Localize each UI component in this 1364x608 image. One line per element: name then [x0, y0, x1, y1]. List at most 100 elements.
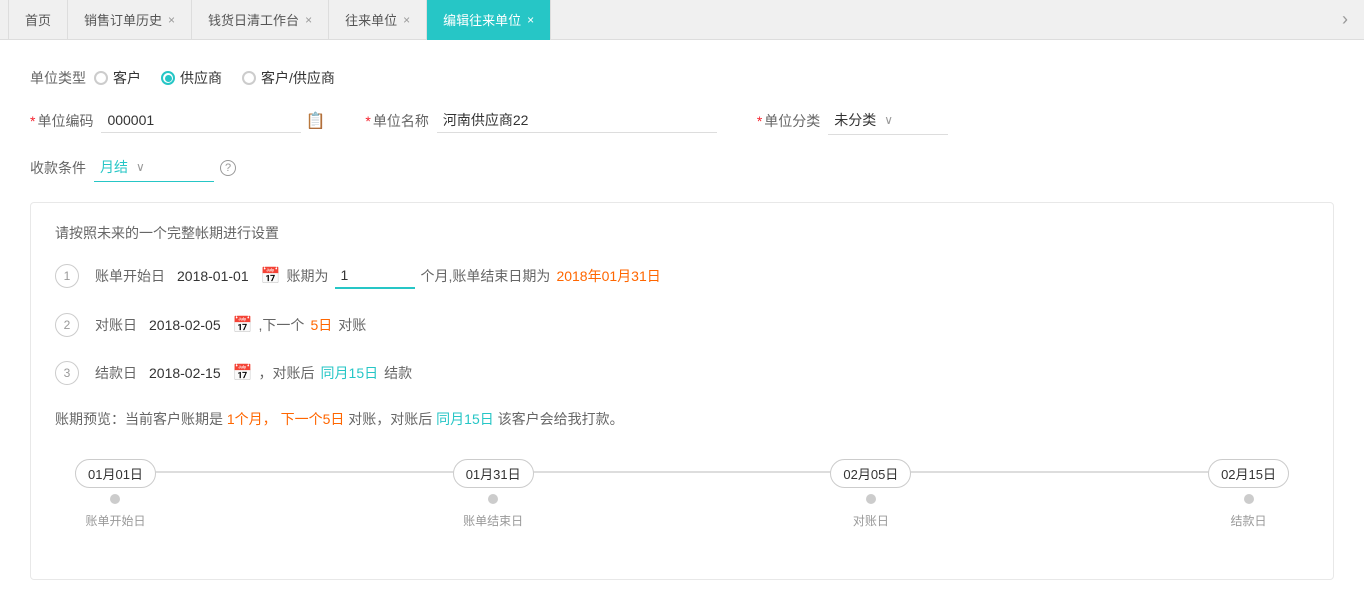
tab-cash-work-label: 钱货日清工作台	[208, 10, 299, 29]
tab-partner-close[interactable]: ×	[403, 13, 410, 27]
payment-condition-label: 收款条件	[30, 158, 86, 178]
step-2-suffix: 对账	[338, 315, 366, 335]
timeline-label-4: 结款日	[1231, 512, 1267, 529]
payment-condition-arrow-icon: ∨	[136, 160, 145, 174]
step-3-date: 2018-02-15	[149, 365, 221, 381]
unit-type-row: 单位类型 客户 供应商 客户/供应商	[30, 68, 1334, 88]
timeline-point-3: 02月05日 对账日	[830, 459, 911, 529]
tab-home[interactable]: 首页	[8, 0, 68, 40]
timeline-point-2: 01月31日 账单结束日	[453, 459, 534, 529]
step-3-num: 3	[55, 361, 79, 385]
tab-sales-history-label: 销售订单历史	[84, 10, 162, 29]
step-3-row: 3 结款日 2018-02-15 📅 ，对账后 同月15日 结款	[55, 361, 1309, 385]
step-1-date: 2018-01-01	[177, 268, 249, 284]
preview-mid: 下一个5日	[281, 411, 345, 427]
radio-supplier-dot	[165, 75, 172, 82]
timeline-dot-4	[1244, 494, 1254, 504]
settings-card: 请按照未来的一个完整帐期进行设置 1 账单开始日 2018-01-01 📅 账期…	[30, 202, 1334, 580]
radio-customer-label: 客户	[113, 68, 141, 88]
payment-condition-select[interactable]: 月结 ∨	[94, 153, 214, 182]
tab-home-label: 首页	[25, 10, 51, 29]
unit-name-required: *	[365, 113, 370, 129]
radio-group-unit-type: 客户 供应商 客户/供应商	[94, 68, 335, 88]
step-1-calendar-icon[interactable]: 📅	[261, 266, 281, 286]
radio-customer-circle	[94, 71, 108, 85]
unit-type-label: 单位类型	[30, 68, 86, 88]
preview-mid2: 对账，对账后	[348, 411, 436, 427]
unit-category-value: 未分类	[834, 110, 876, 130]
radio-supplier-label: 供应商	[180, 68, 222, 88]
unit-code-label: 单位编码	[37, 111, 93, 131]
timeline-line	[75, 471, 1289, 473]
payment-condition-value: 月结	[100, 157, 128, 177]
radio-customer-supplier-circle	[242, 71, 256, 85]
step-3-suffix: 结款	[384, 363, 412, 383]
step-1-row: 1 账单开始日 2018-01-01 📅 账期为 个月,账单结束日期为 2018…	[55, 263, 1309, 289]
unit-code-calendar-icon[interactable]: 📋	[305, 111, 325, 131]
unit-name-input[interactable]	[437, 108, 717, 133]
unit-info-row: * 单位编码 📋 * 单位名称 * 单位分类 未分类 ∨	[30, 106, 1334, 135]
step-3-highlight: 同月15日	[321, 363, 379, 383]
radio-customer[interactable]: 客户	[94, 68, 141, 88]
card-title: 请按照未来的一个完整帐期进行设置	[55, 223, 1309, 243]
timeline-label-2: 账单结束日	[463, 512, 523, 529]
unit-name-group: * 单位名称	[365, 108, 716, 133]
timeline-point-1: 01月01日 账单开始日	[75, 459, 156, 529]
tab-edit-partner-close[interactable]: ×	[527, 13, 534, 27]
timeline-dot-2	[488, 494, 498, 504]
step-1-period-input[interactable]	[335, 263, 415, 289]
step-1-unit-text: 个月,账单结束日期为	[421, 266, 551, 286]
step-2-calendar-icon[interactable]: 📅	[233, 315, 253, 335]
payment-help-icon[interactable]: ?	[220, 160, 236, 176]
unit-category-required: *	[757, 113, 762, 129]
step-2-date: 2018-02-05	[149, 317, 221, 333]
tab-more-button[interactable]: ›	[1334, 9, 1356, 30]
preview-prefix: 账期预览：当前客户账期是	[55, 411, 223, 427]
timeline-dot-1	[110, 494, 120, 504]
radio-supplier[interactable]: 供应商	[161, 68, 222, 88]
step-2-highlight: 5日	[310, 315, 332, 335]
step-1-mid-text: 账期为	[287, 266, 329, 286]
timeline-bubble-4: 02月15日	[1208, 459, 1289, 488]
step-2-num: 2	[55, 313, 79, 337]
tab-partner[interactable]: 往来单位 ×	[329, 0, 427, 40]
timeline-bubble-1: 01月01日	[75, 459, 156, 488]
preview-teal: 同月15日	[436, 411, 494, 427]
preview-suffix: 该客户会给我打款。	[498, 411, 624, 427]
timeline-label-3: 对账日	[853, 512, 889, 529]
tab-partner-label: 往来单位	[345, 10, 397, 29]
preview-row: 账期预览：当前客户账期是 1个月， 下一个5日 对账，对账后 同月15日 该客户…	[55, 393, 1309, 429]
unit-category-arrow-icon: ∨	[884, 113, 893, 127]
payment-condition-row: 收款条件 月结 ∨ ?	[30, 153, 1334, 182]
unit-name-label: 单位名称	[373, 111, 429, 131]
step-1-label: 账单开始日	[95, 266, 165, 286]
timeline-bubble-3: 02月05日	[830, 459, 911, 488]
tab-cash-work-close[interactable]: ×	[305, 13, 312, 27]
timeline-point-4: 02月15日 结款日	[1208, 459, 1289, 529]
timeline-label-1: 账单开始日	[85, 512, 145, 529]
radio-customer-supplier-label: 客户/供应商	[261, 68, 335, 88]
timeline-bubble-2: 01月31日	[453, 459, 534, 488]
step-3-calendar-icon[interactable]: 📅	[233, 363, 253, 383]
timeline-dot-3	[866, 494, 876, 504]
tab-edit-partner[interactable]: 编辑往来单位 ×	[427, 0, 551, 40]
step-1-end-date: 2018年01月31日	[556, 266, 660, 286]
preview-period: 1个月，	[227, 411, 277, 427]
tab-sales-history[interactable]: 销售订单历史 ×	[68, 0, 192, 40]
main-content: 单位类型 客户 供应商 客户/供应商 * 单位编码 📋	[0, 40, 1364, 608]
radio-supplier-circle	[161, 71, 175, 85]
step-2-comma: ,下一个	[259, 315, 305, 335]
step-3-prefix: ，对账后	[259, 363, 315, 383]
unit-category-select[interactable]: 未分类 ∨	[828, 106, 948, 135]
step-2-label: 对账日	[95, 315, 137, 335]
tab-cash-work[interactable]: 钱货日清工作台 ×	[192, 0, 329, 40]
tab-sales-history-close[interactable]: ×	[168, 13, 175, 27]
tab-bar: 首页 销售订单历史 × 钱货日清工作台 × 往来单位 × 编辑往来单位 × ›	[0, 0, 1364, 40]
unit-code-input[interactable]	[101, 108, 301, 133]
unit-code-group: * 单位编码 📋	[30, 108, 325, 133]
unit-code-required: *	[30, 113, 35, 129]
timeline: 01月01日 账单开始日 01月31日 账单结束日 02月05日 对账日 02月…	[55, 449, 1309, 559]
radio-customer-supplier[interactable]: 客户/供应商	[242, 68, 335, 88]
step-2-row: 2 对账日 2018-02-05 📅 ,下一个 5日 对账	[55, 313, 1309, 337]
step-1-num: 1	[55, 264, 79, 288]
